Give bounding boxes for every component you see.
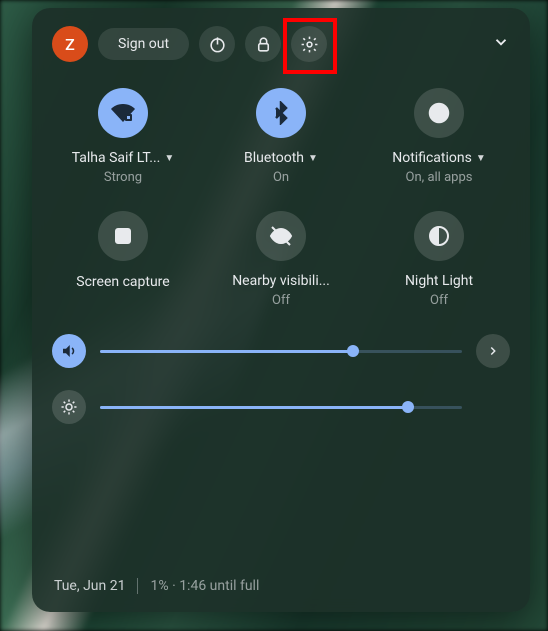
night-light-label: Night Light [405,273,473,289]
brightness-row [52,390,510,424]
chevron-down-icon: ▼ [476,153,486,164]
notifications-tile[interactable]: Notifications ▼ On, all apps [360,88,518,185]
lock-button[interactable] [245,26,281,62]
wifi-tile[interactable]: Talha Saif LT...▼ Strong [44,88,202,185]
bluetooth-label: Bluetooth [244,150,304,166]
volume-row [52,334,510,368]
nearby-label: Nearby visibili... [232,273,330,289]
audio-expand-button[interactable] [476,334,510,368]
screen-capture-icon [98,211,148,261]
night-light-tile[interactable]: Night Light Off [360,211,518,308]
notifications-status: On, all apps [406,170,473,185]
nearby-visibility-tile[interactable]: Nearby visibili... Off [202,211,360,308]
wifi-icon [98,88,148,138]
sign-out-button[interactable]: Sign out [98,28,189,60]
chevron-right-icon [486,344,500,358]
notifications-label: Notifications [392,150,472,166]
brightness-slider[interactable] [100,406,462,409]
footer-divider [137,578,138,594]
nearby-status: Off [272,293,290,308]
user-avatar[interactable]: Z [52,26,88,62]
bluetooth-tile[interactable]: Bluetooth ▼ On [202,88,360,185]
volume-slider[interactable] [100,350,462,353]
sliders-section [32,308,530,424]
date-text[interactable]: Tue, Jun 21 [54,578,125,594]
battery-text[interactable]: 1% · 1:46 until full [150,578,259,594]
brightness-button[interactable] [52,390,86,424]
top-bar: Z Sign out [32,8,530,68]
volume-icon [60,342,78,360]
bluetooth-icon [256,88,306,138]
screen-capture-tile[interactable]: Screen capture [44,211,202,308]
quick-tiles-grid: Talha Saif LT...▼ Strong Bluetooth▼ On N… [32,68,530,308]
wifi-label: Talha Saif LT... [72,150,161,166]
lock-icon [254,35,273,54]
night-light-status: Off [430,293,448,308]
collapse-button[interactable] [492,33,510,55]
screen-capture-label: Screen capture [76,273,169,291]
quick-settings-panel: Z Sign out Talha Saif LT...▼ Strong [32,8,530,612]
brightness-icon [60,398,78,416]
power-button[interactable] [199,26,235,62]
power-icon [208,35,227,54]
bluetooth-status: On [273,170,289,185]
volume-button[interactable] [52,334,86,368]
night-light-icon [414,211,464,261]
status-footer: Tue, Jun 21 1% · 1:46 until full [54,578,259,594]
do-not-disturb-icon [414,88,464,138]
visibility-off-icon [256,211,306,261]
wifi-status: Strong [104,170,142,185]
gear-icon [300,35,319,54]
chevron-down-icon [492,33,510,51]
chevron-down-icon: ▼ [308,153,318,164]
settings-button[interactable] [291,26,327,62]
chevron-down-icon: ▼ [164,153,174,164]
